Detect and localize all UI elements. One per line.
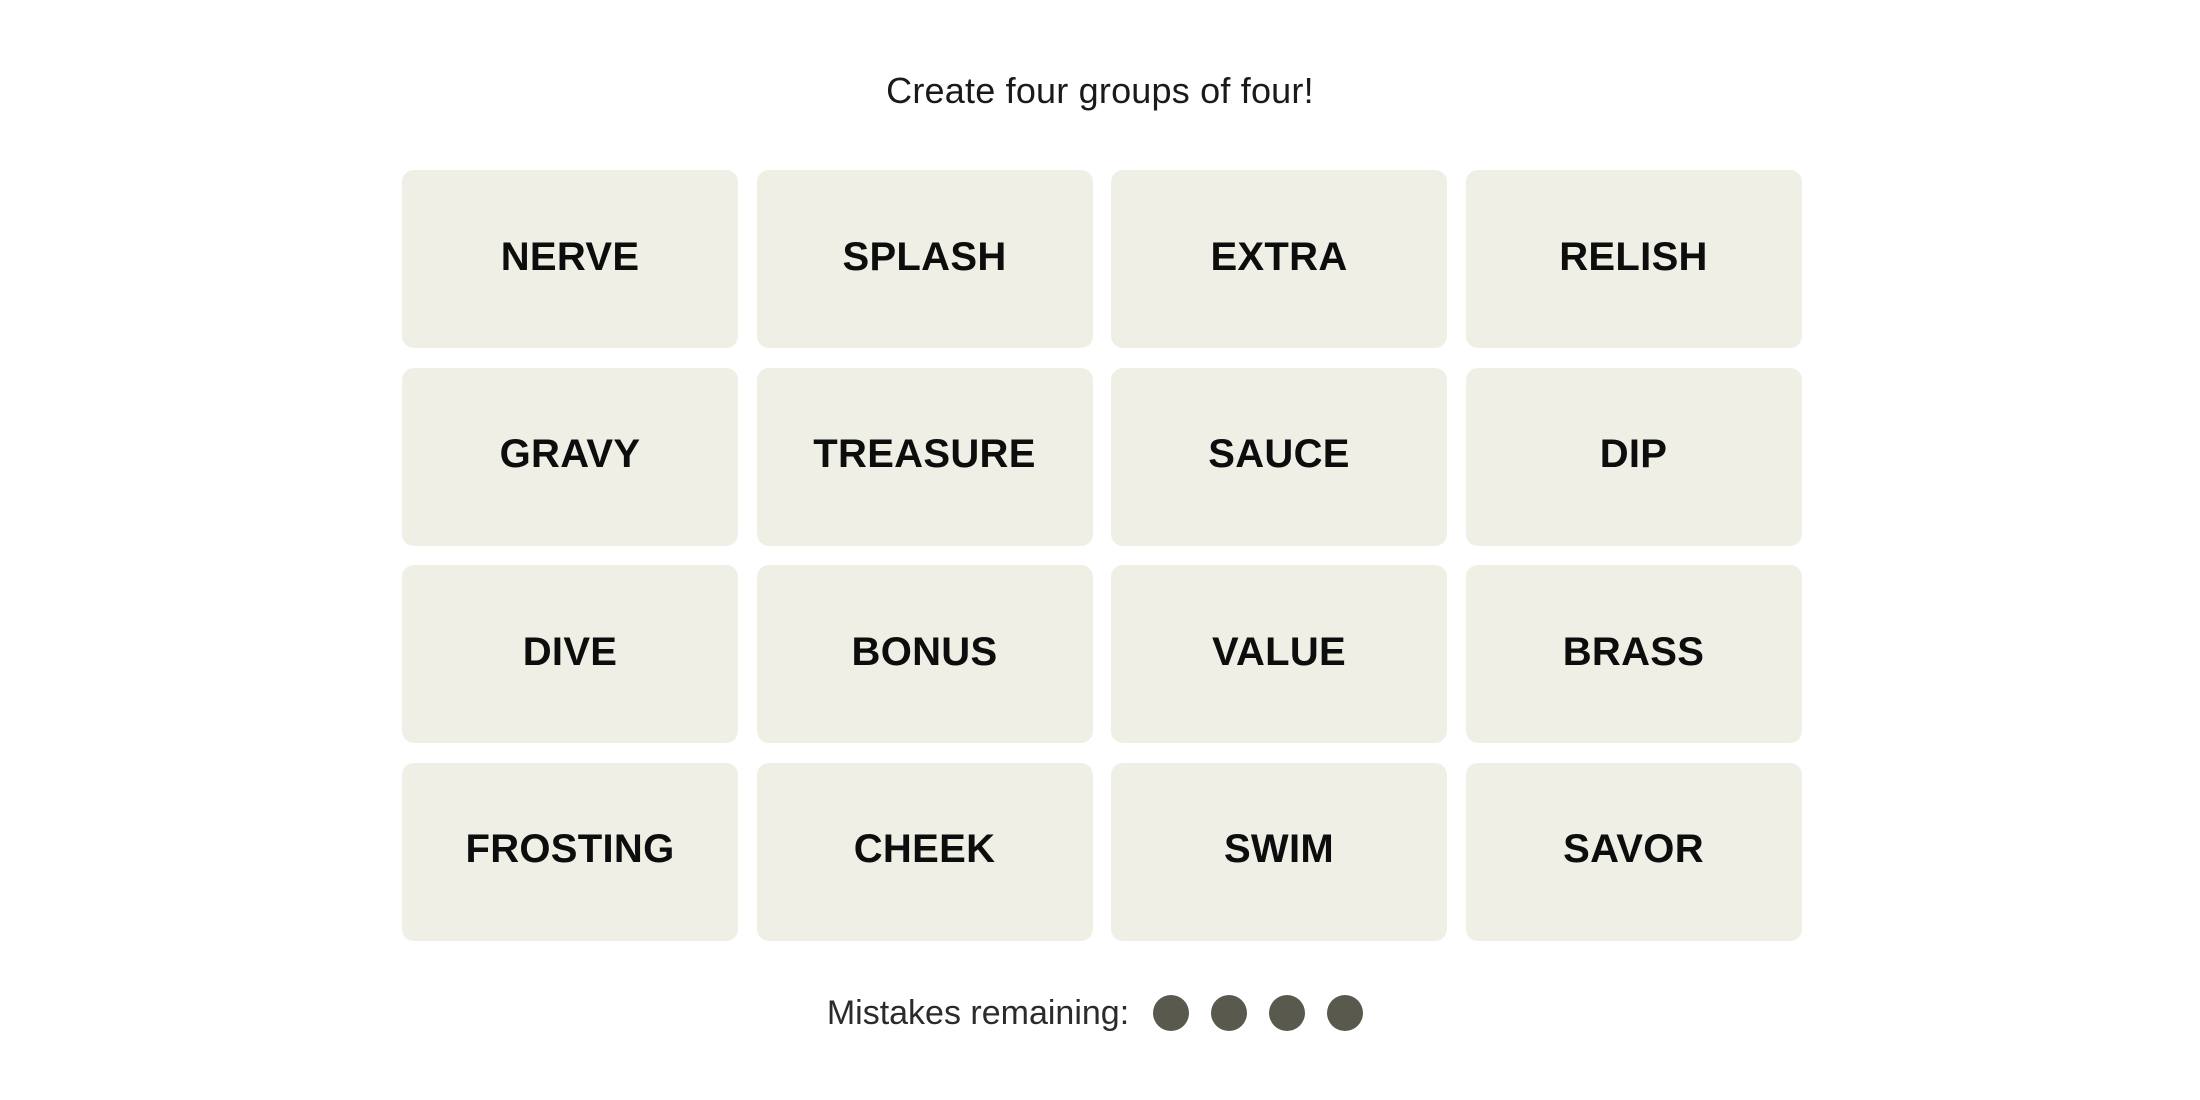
word-tile-label: NERVE bbox=[500, 234, 640, 279]
word-tile[interactable]: SPLASH bbox=[756, 170, 1093, 348]
word-tile[interactable]: DIP bbox=[1465, 367, 1802, 546]
word-tile[interactable]: CHEEK bbox=[756, 762, 1093, 941]
mistake-dot-icon bbox=[1269, 995, 1306, 1031]
word-tile-label: DIP bbox=[1599, 432, 1668, 476]
word-tile-label: RELISH bbox=[1559, 234, 1708, 279]
mistake-dot-icon bbox=[1153, 995, 1190, 1031]
word-tile[interactable]: VALUE bbox=[1111, 565, 1447, 743]
word-tile[interactable]: SAUCE bbox=[1111, 367, 1447, 546]
word-tile[interactable]: EXTRA bbox=[1111, 170, 1447, 348]
mistakes-label: Mistakes remaining: bbox=[826, 993, 1130, 1032]
mistake-dots bbox=[1153, 995, 1364, 1031]
word-tile-label: SAUCE bbox=[1208, 432, 1350, 476]
word-tile-label: SAVOR bbox=[1563, 827, 1704, 871]
word-tile-label: BONUS bbox=[851, 629, 998, 674]
word-tile[interactable]: BRASS bbox=[1465, 565, 1802, 743]
mistake-dot-icon bbox=[1327, 995, 1364, 1031]
word-tile[interactable]: TREASURE bbox=[756, 367, 1093, 546]
word-tile[interactable]: GRAVY bbox=[402, 367, 738, 546]
word-tile-label: TREASURE bbox=[813, 432, 1036, 476]
word-tile[interactable]: SAVOR bbox=[1465, 762, 1802, 941]
word-tile[interactable]: RELISH bbox=[1465, 170, 1802, 348]
word-tile[interactable]: NERVE bbox=[402, 170, 738, 348]
instructions-text: Create four groups of four! bbox=[886, 70, 1314, 111]
word-tile-label: VALUE bbox=[1211, 629, 1347, 674]
word-tile-label: GRAVY bbox=[499, 432, 641, 476]
word-tile[interactable]: DIVE bbox=[402, 565, 738, 743]
word-tile-label: EXTRA bbox=[1210, 234, 1348, 279]
word-grid: NERVE SPLASH EXTRA RELISH GRAVY TREASURE… bbox=[402, 170, 1802, 941]
word-tile-label: DIVE bbox=[522, 629, 618, 674]
mistake-dot-icon bbox=[1211, 995, 1248, 1031]
word-tile[interactable]: FROSTING bbox=[402, 762, 738, 941]
word-tile[interactable]: SWIM bbox=[1111, 762, 1447, 941]
word-tile[interactable]: BONUS bbox=[756, 565, 1093, 743]
word-tile-label: FROSTING bbox=[465, 827, 675, 871]
word-tile-label: SPLASH bbox=[842, 234, 1007, 279]
mistakes-remaining: Mistakes remaining: bbox=[0, 990, 2200, 1036]
word-tile-label: SWIM bbox=[1223, 827, 1335, 871]
word-tile-label: CHEEK bbox=[853, 827, 996, 871]
word-tile-label: BRASS bbox=[1562, 629, 1705, 674]
